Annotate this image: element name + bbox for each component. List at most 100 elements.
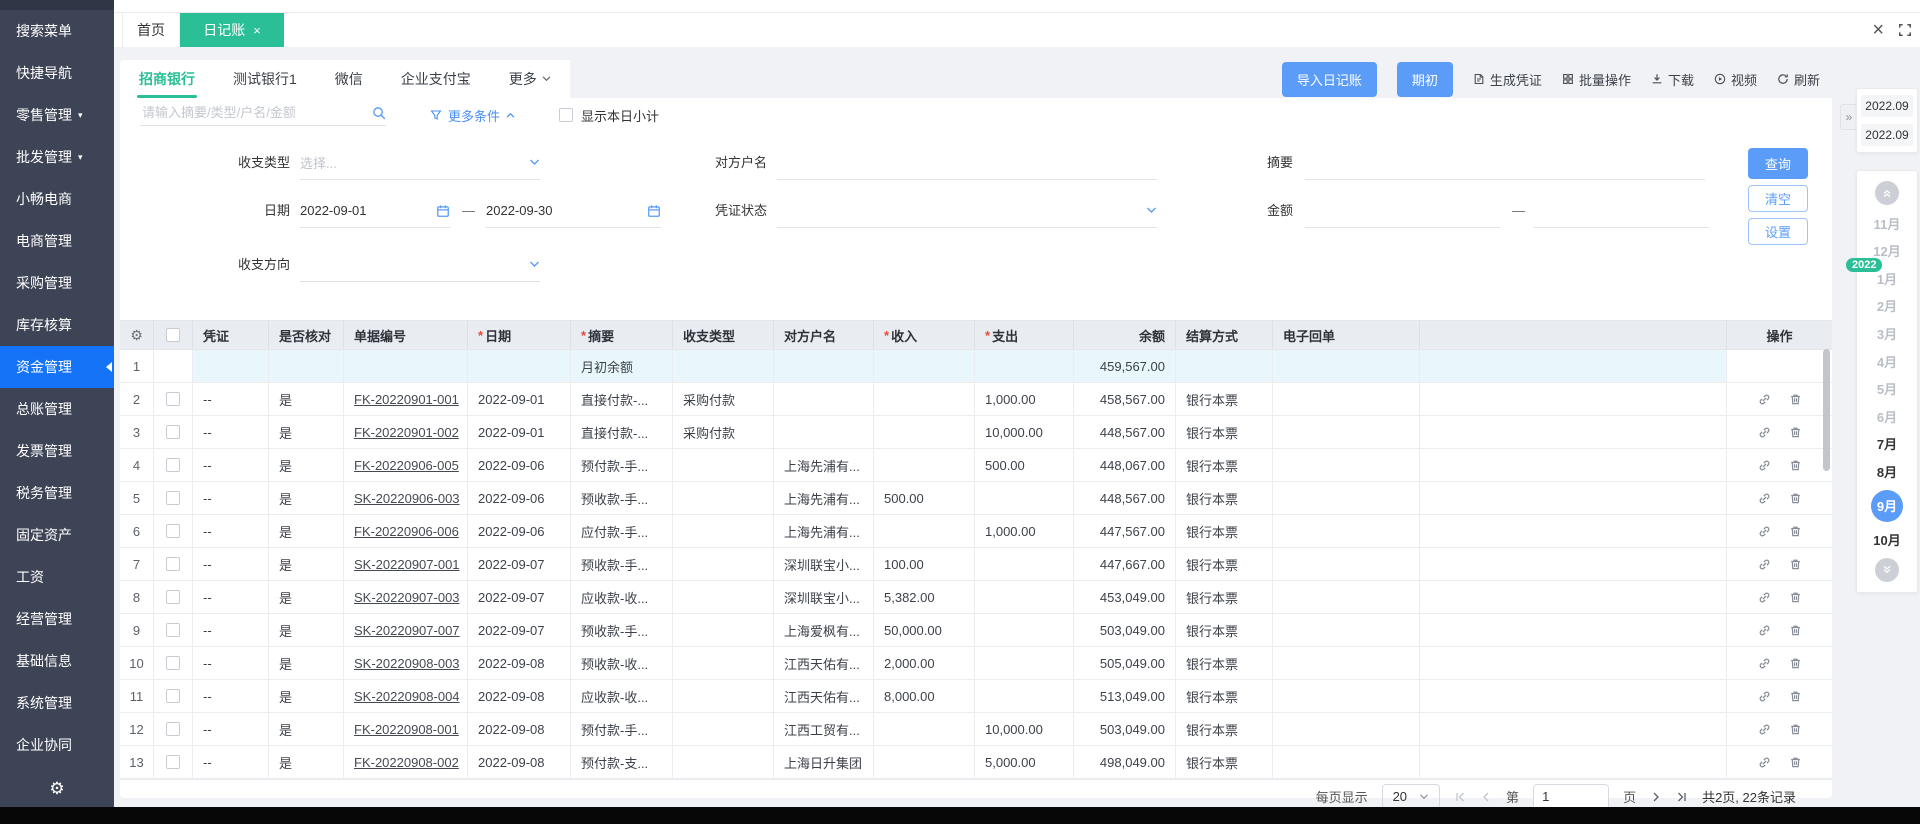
link-icon[interactable] (1758, 690, 1771, 703)
sidebar-item[interactable]: 总账管理 (0, 388, 114, 430)
doc-link[interactable]: SK-20220908-003 (354, 656, 460, 671)
date-to-field[interactable]: 2022-09-30 (486, 194, 661, 228)
row-checkbox[interactable] (166, 557, 180, 571)
close-icon[interactable]: × (1872, 20, 1884, 40)
link-icon[interactable] (1758, 756, 1771, 769)
month-item[interactable]: 1月 (1877, 269, 1897, 288)
per-page-select[interactable]: 20 (1381, 784, 1441, 809)
query-button[interactable]: 查询 (1748, 148, 1808, 179)
bank-tab[interactable]: 企业支付宝 (382, 60, 490, 98)
month-item[interactable]: 4月 (1877, 352, 1897, 371)
trash-icon[interactable] (1789, 690, 1802, 703)
doc-link[interactable]: FK-20220901-002 (354, 425, 459, 440)
link-icon[interactable] (1758, 558, 1771, 571)
sidebar-item[interactable]: 资金管理 (0, 346, 114, 388)
trash-icon[interactable] (1789, 558, 1802, 571)
grid-button[interactable]: 批量操作 (1562, 70, 1631, 89)
trash-icon[interactable] (1789, 756, 1802, 769)
doc-link[interactable]: FK-20220906-005 (354, 458, 459, 473)
row-checkbox[interactable] (166, 689, 180, 703)
trash-icon[interactable] (1789, 591, 1802, 604)
voucher-status-select[interactable] (777, 194, 1157, 228)
settings-gear-icon[interactable]: ⚙ (0, 779, 114, 799)
sidebar-item[interactable]: 发票管理 (0, 430, 114, 472)
trash-icon[interactable] (1789, 492, 1802, 505)
link-icon[interactable] (1758, 591, 1771, 604)
amount-max-input[interactable] (1534, 194, 1709, 228)
tab-journal[interactable]: 日记账 × (180, 13, 284, 47)
link-icon[interactable] (1758, 624, 1771, 637)
summary-input[interactable] (1305, 146, 1705, 180)
sidebar-item[interactable]: 系统管理 (0, 682, 114, 724)
income-type-select[interactable]: 选择... (300, 146, 540, 180)
trash-icon[interactable] (1789, 459, 1802, 472)
play-button[interactable]: 视频 (1714, 70, 1757, 89)
month-item[interactable]: 10月 (1873, 530, 1900, 549)
select-all-checkbox[interactable] (166, 328, 180, 342)
settings-button[interactable]: 设置 (1748, 218, 1808, 245)
month-item[interactable]: 2月 (1877, 296, 1897, 315)
month-item[interactable]: 5月 (1877, 379, 1897, 398)
counterparty-input[interactable] (777, 146, 1157, 180)
doc-link[interactable]: FK-20220908-002 (354, 755, 459, 770)
trash-icon[interactable] (1789, 525, 1802, 538)
fullscreen-icon[interactable] (1898, 23, 1912, 37)
prev-page-icon[interactable] (1480, 791, 1492, 803)
row-checkbox[interactable] (166, 755, 180, 769)
sidebar-item[interactable]: 快捷导航 (0, 52, 114, 94)
tab-home[interactable]: 首页 (122, 13, 180, 47)
bank-tab[interactable]: 招商银行 (120, 60, 214, 98)
row-checkbox[interactable] (166, 623, 180, 637)
sidebar-item[interactable]: 企业协同 (0, 724, 114, 766)
gear-icon[interactable]: ⚙ (130, 327, 143, 344)
doc-link[interactable]: FK-20220906-006 (354, 524, 459, 539)
month-item[interactable]: 12月 (1873, 241, 1900, 260)
doc-link[interactable]: SK-20220907-001 (354, 557, 460, 572)
last-page-icon[interactable] (1676, 791, 1688, 803)
trash-icon[interactable] (1789, 723, 1802, 736)
opening-balance-button[interactable]: 期初 (1396, 61, 1453, 97)
link-icon[interactable] (1758, 723, 1771, 736)
link-icon[interactable] (1758, 426, 1771, 439)
date-from-field[interactable]: 2022-09-01 (300, 194, 450, 228)
bank-tab[interactable]: 测试银行1 (214, 60, 316, 98)
link-icon[interactable] (1758, 492, 1771, 505)
sidebar-item[interactable]: 经营管理 (0, 598, 114, 640)
doc-link[interactable]: FK-20220908-001 (354, 722, 459, 737)
sidebar-item[interactable]: 固定资产 (0, 514, 114, 556)
month-item[interactable]: 6月 (1877, 407, 1897, 426)
month-item[interactable]: 9月 (1871, 489, 1903, 522)
trash-icon[interactable] (1789, 393, 1802, 406)
sidebar-item[interactable]: 采购管理 (0, 262, 114, 304)
direction-select[interactable] (300, 248, 540, 282)
row-checkbox[interactable] (166, 491, 180, 505)
page-input[interactable] (1533, 783, 1610, 810)
bank-tab[interactable]: 微信 (316, 60, 382, 98)
row-checkbox[interactable] (166, 722, 180, 736)
download-button[interactable]: 下载 (1651, 70, 1694, 89)
scroll-down-icon[interactable] (1875, 557, 1899, 582)
sidebar-item[interactable]: 税务管理 (0, 472, 114, 514)
row-checkbox[interactable] (166, 425, 180, 439)
trash-icon[interactable] (1789, 426, 1802, 439)
link-icon[interactable] (1758, 657, 1771, 670)
doc-link[interactable]: SK-20220906-003 (354, 491, 460, 506)
month-item[interactable]: 3月 (1877, 324, 1897, 343)
scroll-up-icon[interactable] (1875, 181, 1899, 205)
row-checkbox[interactable] (166, 524, 180, 538)
link-icon[interactable] (1758, 459, 1771, 472)
link-icon[interactable] (1758, 525, 1771, 538)
search-input[interactable] (140, 104, 372, 121)
calendar-icon[interactable] (647, 204, 661, 218)
period-item[interactable]: 2022.09 (1861, 95, 1913, 117)
clear-button[interactable]: 清空 (1748, 185, 1808, 212)
import-journal-button[interactable]: 导入日记账 (1281, 61, 1377, 97)
vertical-scrollbar[interactable] (1823, 349, 1830, 471)
next-page-icon[interactable] (1650, 791, 1662, 803)
sidebar-item[interactable]: 电商管理 (0, 220, 114, 262)
doc-link[interactable]: FK-20220901-001 (354, 392, 459, 407)
link-icon[interactable] (1758, 393, 1771, 406)
period-item[interactable]: 2022.09 (1861, 124, 1913, 146)
sidebar-item[interactable]: 搜索菜单 (0, 10, 114, 52)
row-checkbox[interactable] (166, 590, 180, 604)
